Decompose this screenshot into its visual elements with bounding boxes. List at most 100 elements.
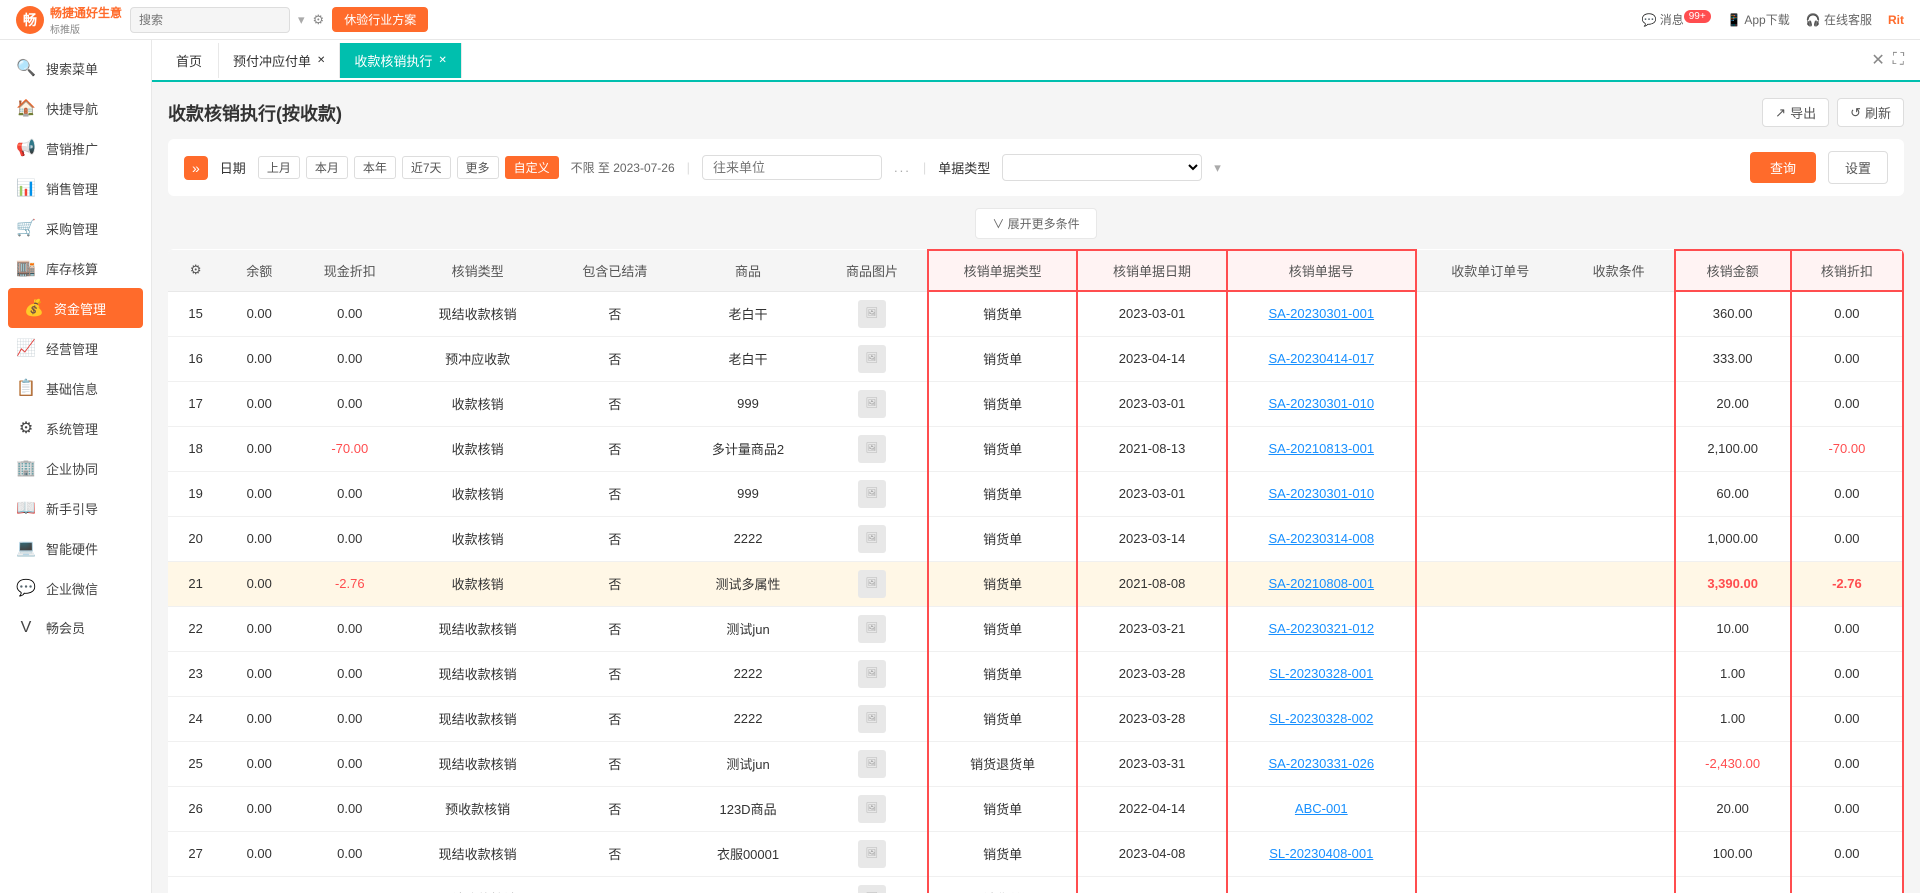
table-row: 27 0.00 0.00 现结收款核销 否 衣服00001 🖼 销货单 2023… <box>168 831 1903 876</box>
sidebar-item-search[interactable]: 🔍 搜索菜单 <box>0 48 151 88</box>
refresh-button[interactable]: ↺ 刷新 <box>1837 98 1904 127</box>
settings-button[interactable]: 设置 <box>1828 151 1888 184</box>
cell-verify-bill-type: 销货单 <box>928 291 1077 336</box>
export-icon: ↗ <box>1775 105 1786 121</box>
expand-more-btn[interactable]: ∨ 展开更多条件 <box>975 208 1096 239</box>
cell-verify-no[interactable]: SA-20230301-001 <box>1227 291 1416 336</box>
cell-verify-discount: 0.00 <box>1791 741 1903 786</box>
tab-receipts-close[interactable]: ✕ <box>438 55 446 66</box>
sidebar-item-hardware[interactable]: 💻 智能硬件 <box>0 528 151 568</box>
cell-verify-no[interactable]: SA-20230314-008 <box>1227 516 1416 561</box>
cell-verify-discount: 0.00 <box>1791 876 1903 893</box>
cell-verify-no[interactable]: SL-20230328-001 <box>1227 651 1416 696</box>
cell-verify-no[interactable]: SA-20210813-001 <box>1227 426 1416 471</box>
sidebar-label-member: 畅会员 <box>46 618 85 637</box>
sidebar-item-marketing[interactable]: 📢 营销推广 <box>0 128 151 168</box>
cell-receipt-condition <box>1564 381 1675 426</box>
cell-verify-bill-type: 销货单 <box>928 471 1077 516</box>
sales-icon: 📊 <box>16 178 36 198</box>
wechat-icon: 💬 <box>16 578 36 598</box>
main-area: 首页 预付冲应付单 ✕ 收款核销执行 ✕ ✕ ⛶ 收款核销执行(按收款) <box>152 40 1920 893</box>
dropdown-chevron-icon[interactable]: ▾ <box>298 12 305 28</box>
page-title: 收款核销执行(按收款) <box>168 100 342 126</box>
cell-verify-no[interactable]: SA-20230301-010 <box>1227 381 1416 426</box>
filter-toggle-button[interactable]: » <box>184 156 208 180</box>
cell-verify-no[interactable]: SL-20230408-001 <box>1227 831 1416 876</box>
cell-cash-discount: 0.00 <box>295 291 404 336</box>
cell-goods: 999 <box>679 471 817 516</box>
sidebar-item-quick-nav[interactable]: 🏠 快捷导航 <box>0 88 151 128</box>
tab-receipts[interactable]: 收款核销执行 ✕ <box>340 43 461 78</box>
goods-img-cell: 🖼 <box>817 831 928 876</box>
cell-idx: 20 <box>168 516 223 561</box>
cell-verify-type: 收款核销 <box>404 471 551 516</box>
this-month-btn[interactable]: 本月 <box>306 156 348 179</box>
sidebar-item-system[interactable]: ⚙ 系统管理 <box>0 408 151 448</box>
col-verify-discount: 核销折扣 <box>1791 250 1903 291</box>
sidebar-item-basic[interactable]: 📋 基础信息 <box>0 368 151 408</box>
page-header: 收款核销执行(按收款) ↗ 导出 ↺ 刷新 <box>168 98 1904 127</box>
cell-goods: 测试jun <box>679 741 817 786</box>
trade-unit-input[interactable] <box>702 155 882 180</box>
table-row: 21 0.00 -2.76 收款核销 否 测试多属性 🖼 销货单 2021-08… <box>168 561 1903 606</box>
cell-balance: 0.00 <box>223 561 295 606</box>
cell-verify-no[interactable]: SA-20230414-017 <box>1227 336 1416 381</box>
cell-verify-bill-type: 销货单 <box>928 831 1077 876</box>
cell-receipt-order-no <box>1416 426 1564 471</box>
cell-verify-no[interactable]: SA-20210808-001 <box>1227 561 1416 606</box>
cell-cash-discount: 0.00 <box>295 381 404 426</box>
cell-cash-discount: 0.00 <box>295 606 404 651</box>
user-name[interactable]: Rit <box>1888 13 1904 27</box>
bill-type-select[interactable] <box>1002 154 1202 181</box>
last-month-btn[interactable]: 上月 <box>258 156 300 179</box>
content-area: 收款核销执行(按收款) ↗ 导出 ↺ 刷新 » 日期 上月 <box>152 82 1920 893</box>
cell-verify-type: 预收款核销 <box>404 786 551 831</box>
this-year-btn[interactable]: 本年 <box>354 156 396 179</box>
cell-verify-type: 收款核销 <box>404 426 551 471</box>
cell-verify-no[interactable]: SL-20230328-002 <box>1227 696 1416 741</box>
search-input[interactable] <box>130 7 290 33</box>
online-service-link[interactable]: 🎧 在线客服 <box>1806 11 1872 28</box>
sidebar-item-wechat[interactable]: 💬 企业微信 <box>0 568 151 608</box>
tab-prepay[interactable]: 预付冲应付单 ✕ <box>219 43 340 78</box>
sidebar-item-operation[interactable]: 📈 经营管理 <box>0 328 151 368</box>
sidebar-label-operation: 经营管理 <box>46 339 98 358</box>
expand-window-icon[interactable]: ⛶ <box>1893 51 1904 69</box>
col-balance: 余额 <box>223 250 295 291</box>
cell-verify-no[interactable]: SA-20230321-012 <box>1227 606 1416 651</box>
tab-prepay-close[interactable]: ✕ <box>317 55 325 66</box>
cell-verify-type: 现结收款核销 <box>404 696 551 741</box>
custom-date-btn[interactable]: 自定义 <box>505 156 559 179</box>
query-button[interactable]: 查询 <box>1750 152 1816 183</box>
cell-balance: 0.00 <box>223 876 295 893</box>
cell-verify-type: 现结收款核销 <box>404 831 551 876</box>
sidebar-item-sales[interactable]: 📊 销售管理 <box>0 168 151 208</box>
sidebar-item-finance[interactable]: 💰 资金管理 <box>8 288 143 328</box>
close-window-icon[interactable]: ✕ <box>1871 50 1884 70</box>
tab-home[interactable]: 首页 <box>160 43 219 78</box>
sidebar-item-enterprise[interactable]: 🏢 企业协同 <box>0 448 151 488</box>
cell-verify-no[interactable]: ABC-001 <box>1227 786 1416 831</box>
solution-button[interactable]: 休验行业方案 <box>332 7 428 32</box>
last-7-days-btn[interactable]: 近7天 <box>402 156 451 179</box>
sidebar-item-purchase[interactable]: 🛒 采购管理 <box>0 208 151 248</box>
tab-receipts-label: 收款核销执行 <box>354 51 432 70</box>
bill-type-label: 单据类型 <box>938 158 990 177</box>
more-date-btn[interactable]: 更多 <box>457 156 499 179</box>
export-button[interactable]: ↗ 导出 <box>1762 98 1829 127</box>
cell-idx: 25 <box>168 741 223 786</box>
cell-verify-no[interactable]: SA-20230331-026 <box>1227 741 1416 786</box>
sidebar-item-inventory[interactable]: 🏬 库存核算 <box>0 248 151 288</box>
cell-verify-type: 现结收款核销 <box>404 606 551 651</box>
cell-verify-no[interactable]: SA-20230301-010 <box>1227 471 1416 516</box>
cell-included: 否 <box>551 471 679 516</box>
cell-verify-date: 2023-04-14 <box>1077 336 1226 381</box>
gear-icon[interactable]: ⚙ <box>313 12 325 28</box>
sidebar-item-guide[interactable]: 📖 新手引导 <box>0 488 151 528</box>
sidebar-item-member[interactable]: V 畅会员 <box>0 608 151 647</box>
cell-receipt-condition <box>1564 786 1675 831</box>
cell-verify-no[interactable]: SL-20230418-001 <box>1227 876 1416 893</box>
app-download-link[interactable]: 📱 App下载 <box>1727 11 1790 28</box>
message-icon[interactable]: 💬 消息99+ <box>1641 11 1710 28</box>
cell-verify-discount: 0.00 <box>1791 786 1903 831</box>
